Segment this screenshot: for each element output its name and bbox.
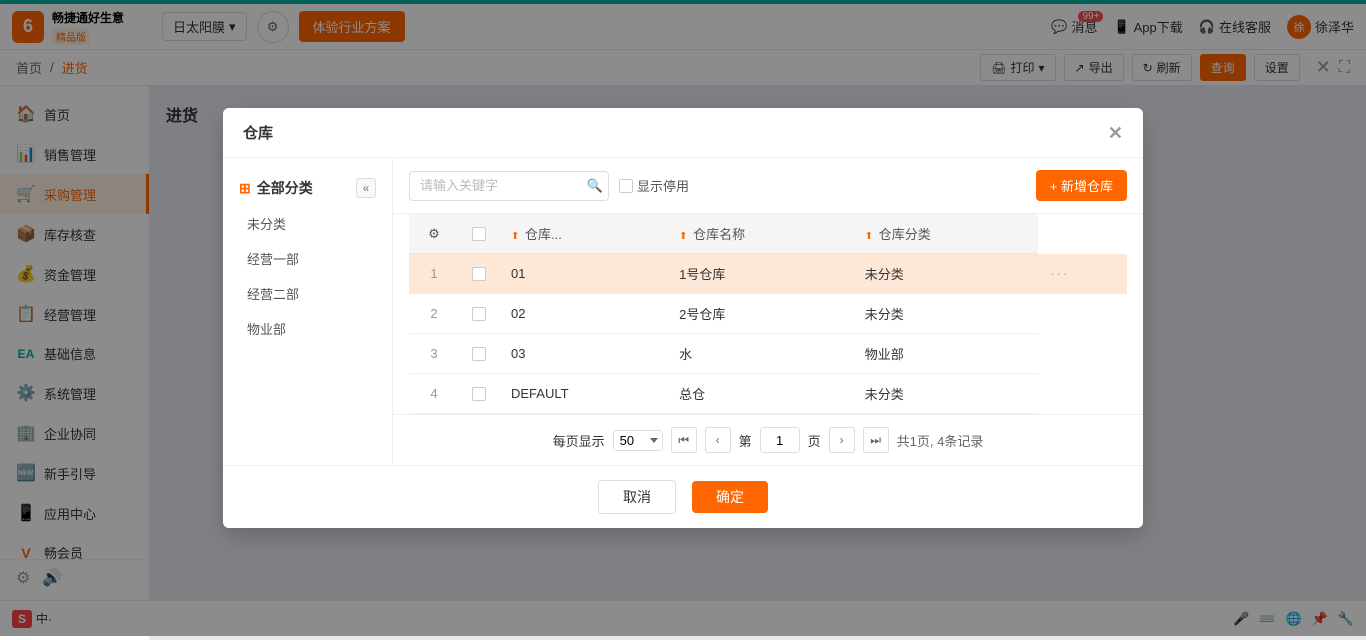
sort-icon-name: ⬆ [679,231,687,242]
search-wrap: 🔍 [409,171,609,201]
page-label: 第 [739,431,752,450]
page-size-select[interactable]: 50 20 100 [613,430,663,451]
row-num: 1 [409,254,459,294]
row-name: 2号仓库 [667,294,853,334]
row-category: 物业部 [853,334,1039,374]
row-checkbox[interactable] [459,334,499,374]
category-item-ops2[interactable]: 经营二部 [223,276,392,311]
search-input[interactable] [409,171,609,201]
category-item-property[interactable]: 物业部 [223,311,392,346]
warehouse-toolbar: 🔍 显示停用 + 新增仓库 [393,158,1143,214]
row-num: 4 [409,374,459,414]
table-row[interactable]: 4 DEFAULT 总仓 未分类 [409,374,1127,414]
search-icon[interactable]: 🔍 [587,178,603,194]
row-category: 未分类 [853,254,1039,294]
row-category: 未分类 [853,374,1039,414]
warehouse-dialog: 仓库 ✕ ⊞ 全部分类 « 未分类 经营一部 经营二部 物业部 [223,108,1143,528]
row-code: DEFAULT [499,374,667,414]
show-disabled-checkbox[interactable] [619,179,633,193]
th-checkbox [459,214,499,254]
row-category: 未分类 [853,294,1039,334]
select-all-checkbox[interactable] [472,227,486,241]
table-header-row: ⚙ ⬆ 仓库... ⬆ 仓库名称 [409,214,1127,254]
row-code: 03 [499,334,667,374]
th-settings: ⚙ [409,214,459,254]
row-num-highlighted: 1 [430,266,437,281]
warehouse-table-wrap: ⚙ ⬆ 仓库... ⬆ 仓库名称 [393,214,1143,414]
row-checkbox[interactable] [459,374,499,414]
category-item-ops1[interactable]: 经营一部 [223,241,392,276]
warehouse-table: ⚙ ⬆ 仓库... ⬆ 仓库名称 [409,214,1127,414]
dialog-footer: 取消 确定 [223,465,1143,528]
table-row[interactable]: 1 01 1号仓库 未分类 ··· [409,254,1127,294]
pagination: 每页显示 50 20 100 ⏮ ‹ 第 页 › ⏭ 共1页, 4条记录 [393,414,1143,465]
cancel-button[interactable]: 取消 [598,480,676,514]
confirm-button[interactable]: 确定 [692,481,768,513]
sort-icon: ⬆ [511,231,519,242]
next-page-button[interactable]: › [829,427,855,453]
collapse-button[interactable]: « [356,178,376,198]
page-input[interactable] [760,427,800,453]
sort-icon-cat: ⬆ [865,231,873,242]
grid-icon: ⊞ [239,180,251,197]
row-checkbox[interactable] [459,254,499,294]
th-category: ⬆ 仓库分类 [853,214,1039,254]
add-warehouse-button[interactable]: + 新增仓库 [1036,170,1127,201]
per-page-label: 每页显示 [553,431,605,450]
row-actions[interactable]: ··· [1038,254,1127,294]
dialog-close-button[interactable]: ✕ [1108,124,1123,142]
all-category-header[interactable]: ⊞ 全部分类 « [223,170,392,206]
th-code: ⬆ 仓库... [499,214,667,254]
category-item-unclassified[interactable]: 未分类 [223,206,392,241]
row-checkbox[interactable] [459,294,499,334]
page-unit: 页 [808,431,821,450]
dialog-title: 仓库 [243,122,273,143]
row-code: 02 [499,294,667,334]
dialog-body: ⊞ 全部分类 « 未分类 经营一部 经营二部 物业部 🔍 [223,158,1143,465]
row-code: 01 [499,254,667,294]
table-row[interactable]: 3 03 水 物业部 [409,334,1127,374]
category-panel: ⊞ 全部分类 « 未分类 经营一部 经营二部 物业部 [223,158,393,465]
page-total-info: 共1页, 4条记录 [897,431,984,450]
show-disabled-toggle[interactable]: 显示停用 [619,176,689,195]
row-name: 1号仓库 [667,254,853,294]
dialog-header: 仓库 ✕ [223,108,1143,158]
row-name: 总仓 [667,374,853,414]
first-page-button[interactable]: ⏮ [671,427,697,453]
row-num: 2 [409,294,459,334]
row-num: 3 [409,334,459,374]
th-name: ⬆ 仓库名称 [667,214,853,254]
last-page-button[interactable]: ⏭ [863,427,889,453]
warehouse-list-panel: 🔍 显示停用 + 新增仓库 ⚙ [393,158,1143,465]
row-name: 水 [667,334,853,374]
table-row[interactable]: 2 02 2号仓库 未分类 [409,294,1127,334]
prev-page-button[interactable]: ‹ [705,427,731,453]
dialog-overlay: 仓库 ✕ ⊞ 全部分类 « 未分类 经营一部 经营二部 物业部 [0,0,1366,636]
